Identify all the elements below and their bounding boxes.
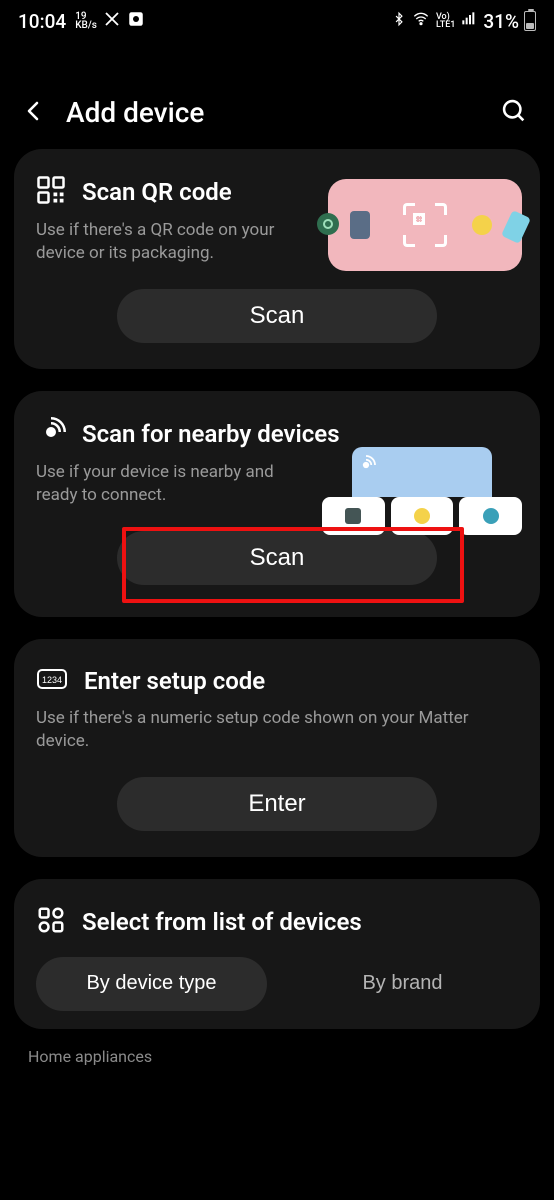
clock: 10:04 (18, 10, 66, 33)
section-home-appliances: Home appliances (28, 1047, 554, 1066)
enter-code-button[interactable]: Enter (117, 777, 437, 831)
network-rate: 19 KB/s (75, 12, 97, 30)
card-enter-setup-code: 1234 Enter setup code Use if there's a n… (14, 639, 540, 857)
wifi-icon (411, 11, 431, 32)
card-select-from-list: Select from list of devices By device ty… (14, 879, 540, 1029)
battery-percent: 31% (483, 10, 519, 33)
x-app-icon (103, 10, 121, 33)
card-description: Use if your device is nearby and ready t… (36, 461, 296, 507)
signal-icon (460, 11, 478, 32)
radar-icon (36, 417, 66, 451)
card-scan-qr: Scan QR code Use if there's a QR code on… (14, 149, 540, 369)
card-description: Use if there's a numeric setup code show… (36, 707, 518, 753)
page-title: Add device (66, 96, 204, 129)
battery-icon (524, 11, 536, 31)
card-title: Scan QR code (82, 178, 232, 206)
scan-qr-button[interactable]: Scan (117, 289, 437, 343)
tab-by-device-type[interactable]: By device type (36, 957, 267, 1011)
setup-code-icon: 1234 (36, 665, 68, 697)
card-description: Use if there's a QR code on your device … (36, 219, 296, 265)
qr-code-icon (36, 175, 66, 209)
status-left: 10:04 19 KB/s (18, 10, 145, 33)
qr-illustration (328, 179, 522, 271)
device-grid-icon (36, 905, 66, 939)
card-title: Enter setup code (84, 667, 265, 695)
tab-by-brand[interactable]: By brand (287, 957, 518, 1011)
volte-indicator: Vo) LTE1 (436, 13, 455, 29)
search-icon[interactable] (500, 97, 528, 129)
card-scan-nearby: Scan for nearby devices Use if your devi… (14, 391, 540, 617)
svg-text:1234: 1234 (42, 675, 62, 685)
card-title: Scan for nearby devices (82, 420, 340, 448)
nearby-illustration (322, 447, 522, 535)
back-icon[interactable] (22, 97, 46, 129)
app-icon (127, 10, 145, 33)
bluetooth-icon (392, 10, 406, 33)
card-title: Select from list of devices (82, 908, 362, 936)
page-header: Add device (0, 76, 554, 149)
status-right: Vo) LTE1 31% (392, 10, 536, 33)
scan-nearby-button[interactable]: Scan (117, 531, 437, 585)
status-bar: 10:04 19 KB/s (0, 0, 554, 42)
